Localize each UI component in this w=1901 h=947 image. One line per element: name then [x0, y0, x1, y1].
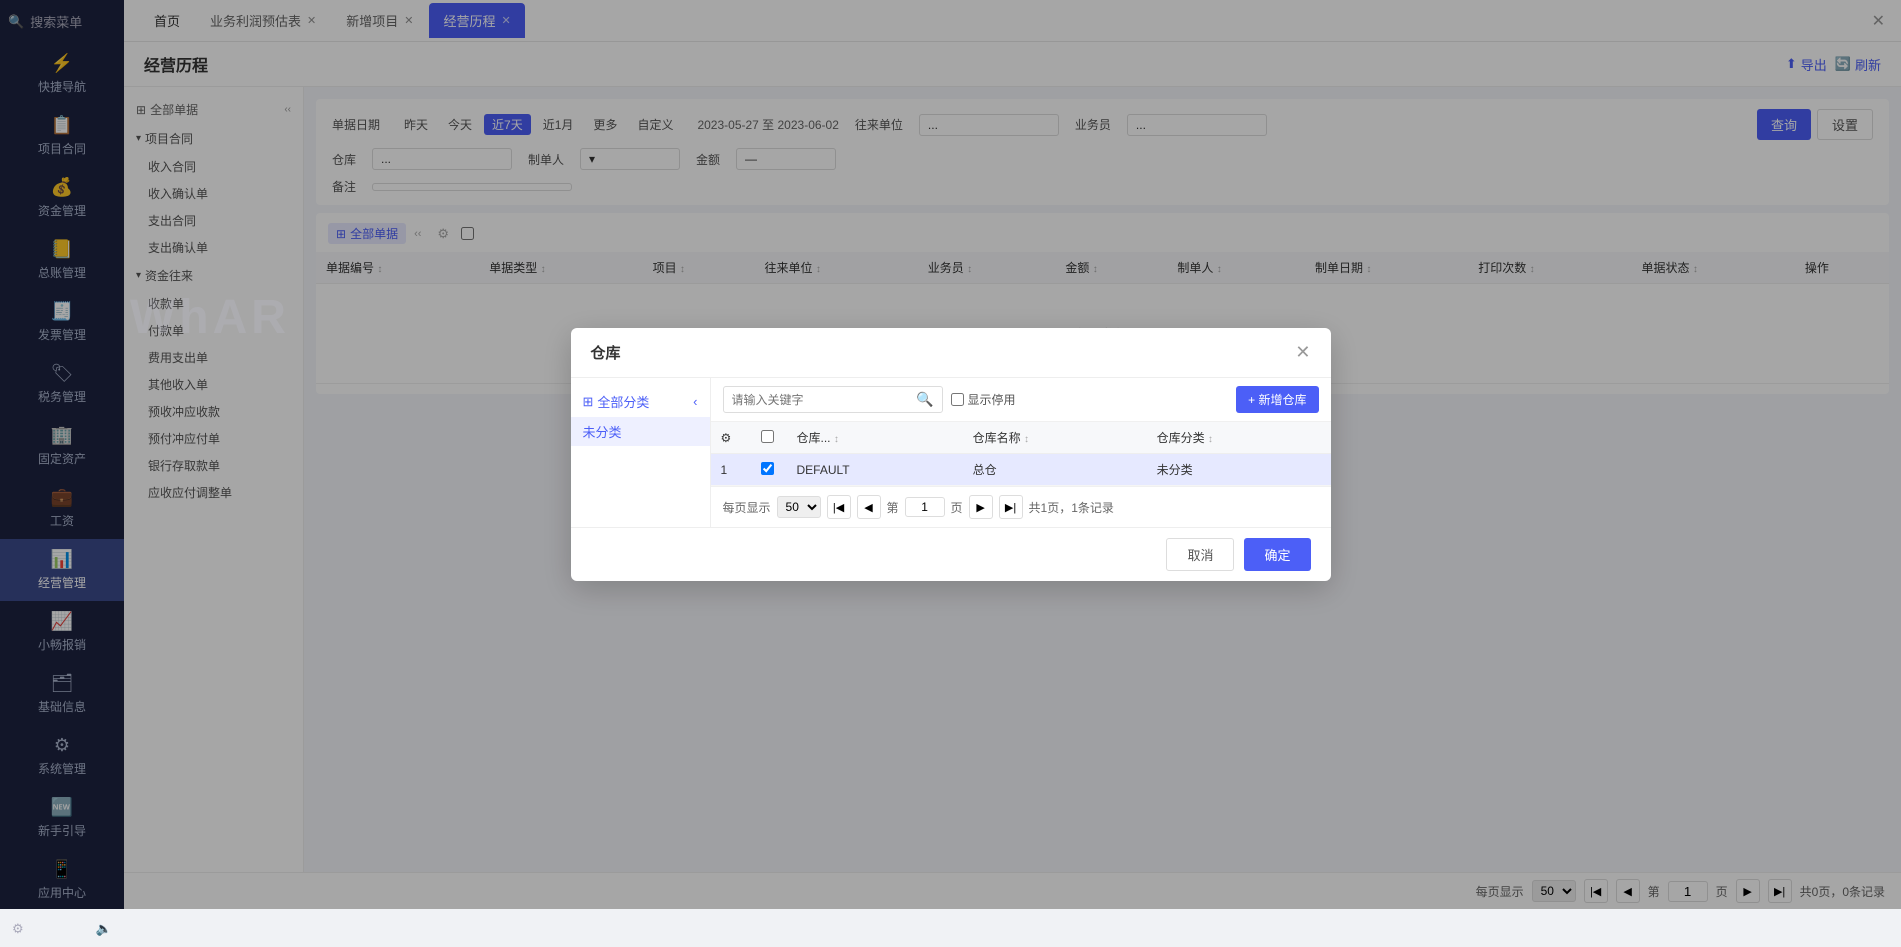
modal-search-input[interactable]: [732, 393, 913, 407]
row-checkbox-cell: [751, 454, 787, 486]
modal-close-button[interactable]: ✕: [1295, 342, 1310, 363]
row-select-checkbox[interactable]: [761, 462, 774, 475]
warehouse-modal: 仓库 ✕ ⊞ 全部分类 ‹ 未分类 🔍: [571, 328, 1331, 581]
modal-category-unclassified[interactable]: 未分类: [571, 417, 710, 446]
modal-table-header: ⚙ 仓库... ↕ 仓库名称 ↕ 仓库分类 ↕: [711, 422, 1331, 454]
modal-next-page[interactable]: ▶: [969, 495, 993, 519]
watermark: WhAR: [130, 290, 290, 345]
modal-table-row[interactable]: 1 DEFAULT 总仓 未分类: [711, 454, 1331, 486]
sidebar-bottom: ⚙ 🔈: [0, 911, 124, 947]
show-disabled-checkbox[interactable]: [951, 393, 964, 406]
modal-page-suffix: 页: [951, 499, 963, 516]
col-checkbox: [751, 422, 787, 454]
modal-pagination: 每页显示 50 |◀ ◀ 第 页 ▶ ▶| 共1页，1条记录: [711, 486, 1331, 527]
modal-last-page[interactable]: ▶|: [999, 495, 1023, 519]
modal-footer: 取消 确定: [571, 527, 1331, 581]
modal-toolbar: 🔍 显示停用 + 新增仓库: [711, 378, 1331, 422]
col-settings-icon: ⚙: [711, 422, 751, 454]
modal-header: 仓库 ✕: [571, 328, 1331, 378]
modal-prev-page[interactable]: ◀: [857, 495, 881, 519]
modal-table-wrap: ⚙ 仓库... ↕ 仓库名称 ↕ 仓库分类 ↕ 1 DEFA: [711, 422, 1331, 486]
modal-search-icon: 🔍: [916, 391, 933, 408]
audio-icon[interactable]: 🔈: [96, 921, 112, 937]
modal-confirm-button[interactable]: 确定: [1244, 538, 1310, 571]
col-warehouse-code: 仓库... ↕: [787, 422, 963, 454]
modal-all-categories[interactable]: ⊞ 全部分类 ‹: [571, 386, 710, 417]
modal-search-box[interactable]: 🔍: [723, 386, 943, 413]
add-warehouse-button[interactable]: + 新增仓库: [1236, 386, 1318, 413]
modal-page-input[interactable]: [905, 497, 945, 517]
all-categories-label: 全部分类: [597, 392, 649, 411]
modal-first-page[interactable]: |◀: [827, 495, 851, 519]
modal-total-label: 共1页，1条记录: [1029, 499, 1114, 516]
modal-title: 仓库: [591, 342, 621, 363]
modal-warehouse-table: ⚙ 仓库... ↕ 仓库名称 ↕ 仓库分类 ↕ 1 DEFA: [711, 422, 1331, 486]
modal-right-panel: 🔍 显示停用 + 新增仓库 ⚙: [711, 378, 1331, 527]
col-warehouse-category: 仓库分类 ↕: [1147, 422, 1331, 454]
row-index: 1: [711, 454, 751, 486]
settings-bottom-icon[interactable]: ⚙: [12, 921, 24, 937]
col-warehouse-name: 仓库名称 ↕: [963, 422, 1147, 454]
show-disabled-text: 显示停用: [968, 391, 1016, 408]
row-code: DEFAULT: [787, 454, 963, 486]
modal-category-panel: ⊞ 全部分类 ‹ 未分类: [571, 378, 711, 527]
modal-page-label: 第: [887, 499, 899, 516]
modal-select-all[interactable]: [761, 430, 774, 443]
row-category: 未分类: [1147, 454, 1331, 486]
modal-cancel-button[interactable]: 取消: [1166, 538, 1234, 571]
modal-overlay: WhAR 仓库 ✕ ⊞ 全部分类 ‹ 未分类: [0, 0, 1901, 909]
modal-per-page-label: 每页显示: [723, 499, 771, 516]
grid-icon-modal: ⊞: [583, 394, 594, 410]
modal-body: ⊞ 全部分类 ‹ 未分类 🔍 显示停用: [571, 378, 1331, 527]
row-name: 总仓: [963, 454, 1147, 486]
modal-per-page-select[interactable]: 50: [777, 496, 821, 518]
show-disabled-label[interactable]: 显示停用: [951, 391, 1016, 408]
collapse-modal-icon[interactable]: ‹: [693, 394, 697, 409]
